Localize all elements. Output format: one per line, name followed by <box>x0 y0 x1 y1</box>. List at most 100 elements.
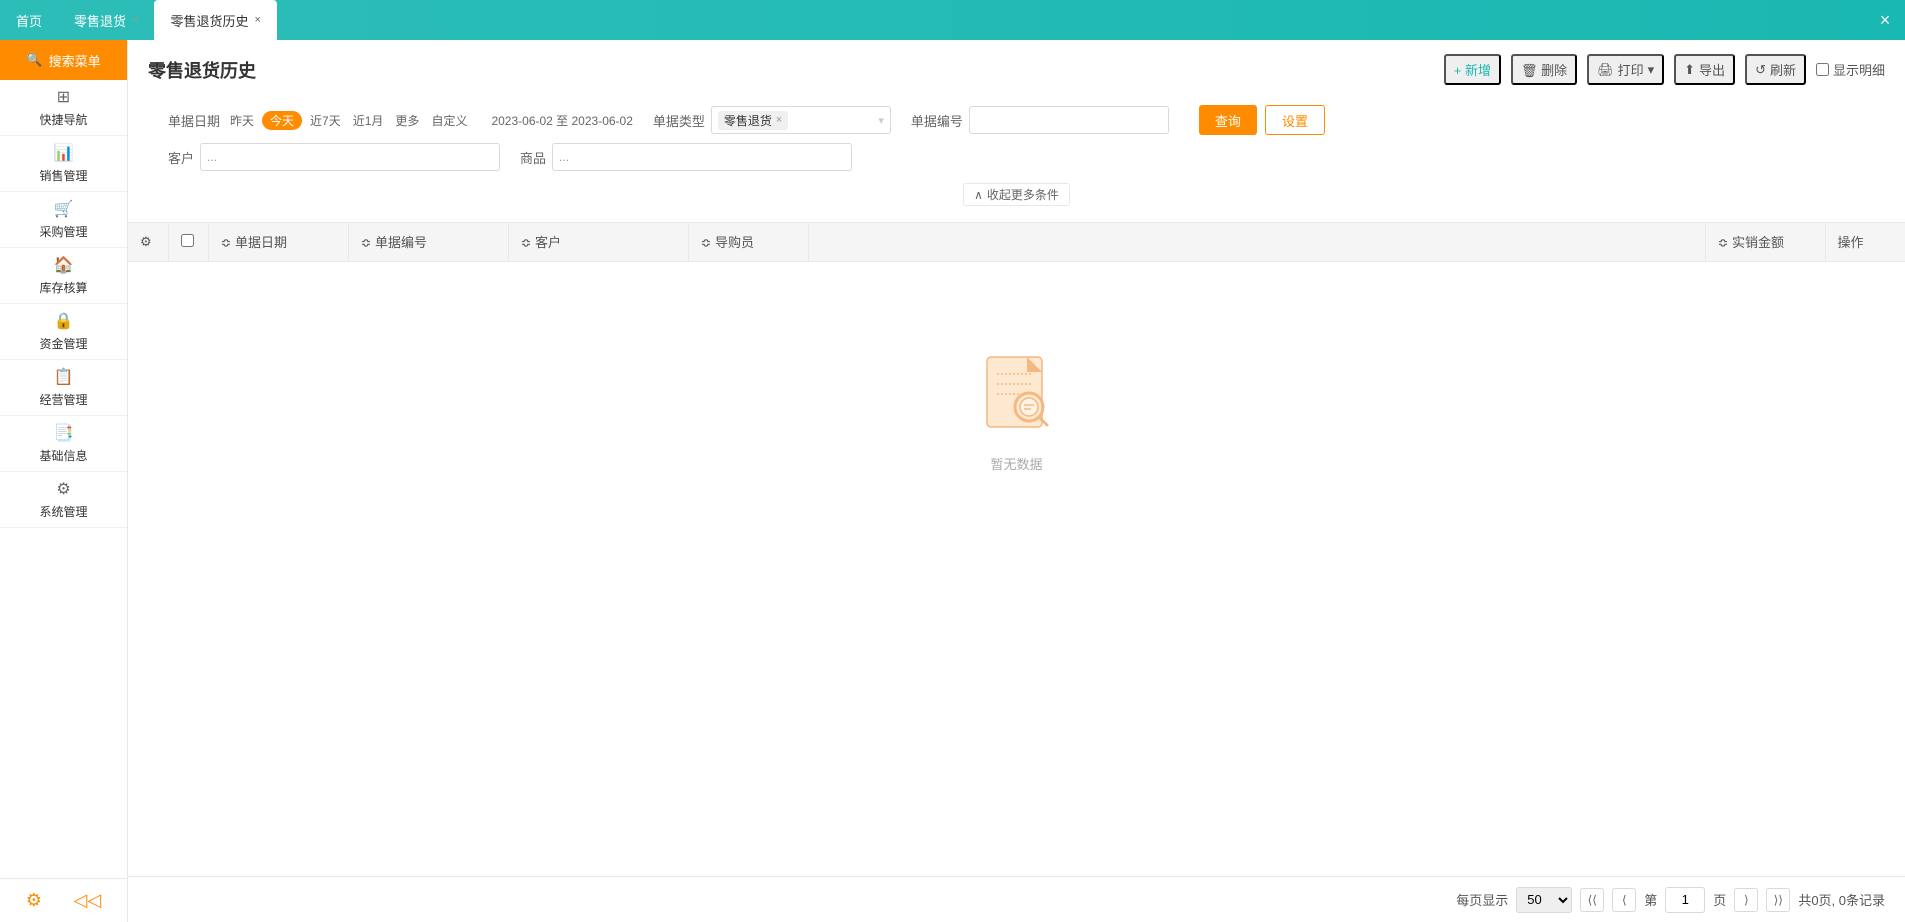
sidebar-label-quick-nav: 快捷导航 <box>39 111 87 128</box>
filter-settings-button[interactable]: 设置 <box>1265 105 1325 135</box>
print-icon: 🖨 <box>1597 62 1614 78</box>
collapse-label: 收起更多条件 <box>987 186 1059 203</box>
filter-area: 单据日期 昨天 今天 近7天 近1月 更多 自定义 2023-06-02 至 2… <box>148 95 1885 222</box>
sidebar-icon-operation: 📋 <box>54 367 74 387</box>
date-range-display: 2023-06-02 至 2023-06-02 <box>491 112 632 129</box>
page-suffix: 页 <box>1713 890 1726 909</box>
sidebar-item-purchase-mgmt[interactable]: 🛒 采购管理 <box>0 192 127 248</box>
page-header: 零售退货历史 + 新增 🗑 删除 🖨 🖨 打印 打印 ▾ ⬆ 导出 <box>128 40 1905 223</box>
sidebar-icon-basic-info: 📑 <box>54 423 74 443</box>
shortcut-custom[interactable]: 自定义 <box>427 111 471 130</box>
header-actions: + 新增 🗑 删除 🖨 🖨 打印 打印 ▾ ⬆ 导出 ↺ 刷新 <box>1444 54 1885 85</box>
type-filter-label: 单据类型 <box>653 111 705 130</box>
sidebar-label-sales-mgmt: 销售管理 <box>39 167 87 184</box>
chevron-down-icon: ▾ <box>1648 62 1655 78</box>
empty-state: 暂无数据 <box>128 262 1905 553</box>
delete-button[interactable]: 🗑 删除 <box>1511 54 1577 85</box>
sidebar-item-system-mgmt[interactable]: ⚙ 系统管理 <box>0 472 127 528</box>
print-button[interactable]: 🖨 🖨 打印 打印 ▾ <box>1587 54 1664 85</box>
collapse-icon: ∧ <box>974 188 983 202</box>
page-title: 零售退货历史 <box>148 57 256 83</box>
show-detail-checkbox[interactable] <box>1816 63 1829 76</box>
select-all-checkbox[interactable] <box>181 234 194 247</box>
sidebar-search[interactable]: 🔍 搜索菜单 <box>0 40 127 80</box>
type-tag-close[interactable]: × <box>776 114 782 126</box>
no-filter-label: 单据编号 <box>911 111 963 130</box>
empty-cell: 暂无数据 <box>128 261 1905 553</box>
empty-illustration <box>967 342 1067 442</box>
audio-icon[interactable]: ◁◁ <box>74 890 102 911</box>
settings-icon[interactable]: ⚙ <box>26 890 42 911</box>
col-spacer <box>808 223 1705 261</box>
sidebar-item-basic-info[interactable]: 📑 基础信息 <box>0 416 127 472</box>
col-op: 操作 <box>1825 223 1905 261</box>
type-input[interactable]: 零售退货 × ▾ <box>711 106 891 134</box>
shortcut-today[interactable]: 今天 <box>262 111 302 130</box>
tab-home[interactable]: 首页 <box>0 0 58 40</box>
show-detail-toggle[interactable]: 显示明细 <box>1816 60 1885 79</box>
sidebar-icon-inventory: 🏠 <box>54 255 74 275</box>
page-label: 第 <box>1644 890 1657 909</box>
new-button[interactable]: + 新增 <box>1444 54 1501 85</box>
shortcut-7days[interactable]: 近7天 <box>306 111 345 130</box>
export-icon: ⬆ <box>1684 62 1695 78</box>
shortcut-more[interactable]: 更多 <box>391 111 423 130</box>
type-filter: 单据类型 零售退货 × ▾ <box>653 106 891 134</box>
goods-filter-label: 商品 <box>520 148 546 167</box>
page-input[interactable] <box>1665 887 1705 913</box>
tab-retail-return[interactable]: 零售退货× <box>58 0 154 40</box>
goods-input[interactable]: ... <box>552 143 852 171</box>
tab-retail-return-history[interactable]: 零售退货历史× <box>154 0 276 40</box>
action-buttons: 查询 设置 <box>1199 105 1325 135</box>
tab-close-retail-return-history[interactable]: × <box>254 14 260 26</box>
sidebar-icon-system-mgmt: ⚙ <box>54 479 74 499</box>
sidebar-search-label: 搜索菜单 <box>49 51 101 70</box>
query-button[interactable]: 查询 <box>1199 105 1257 135</box>
sidebar-item-inventory[interactable]: 🏠 库存核算 <box>0 248 127 304</box>
sidebar-bottom: ⚙ ◁◁ <box>0 878 127 922</box>
tab-close-retail-return[interactable]: × <box>132 14 138 26</box>
refresh-icon: ↺ <box>1755 62 1766 78</box>
sidebar-item-sales-mgmt[interactable]: 📊 销售管理 <box>0 136 127 192</box>
date-range-text: 2023-06-02 至 2023-06-02 <box>491 112 632 129</box>
no-input[interactable] <box>969 106 1169 134</box>
tab-list: 首页零售退货×零售退货历史× <box>0 0 1865 40</box>
shortcut-yesterday[interactable]: 昨天 <box>226 111 258 130</box>
window-close-btn[interactable]: × <box>1865 0 1905 40</box>
first-page-btn[interactable]: ⟨⟨ <box>1580 888 1604 912</box>
collapse-row: ∧ 收起更多条件 <box>168 179 1865 214</box>
col-amount: ≎ 实销金额 <box>1705 223 1825 261</box>
search-icon: 🔍 <box>26 52 42 68</box>
sidebar-item-finance[interactable]: 🔒 资金管理 <box>0 304 127 360</box>
table-header: ⚙ ≎ 单据日期 ≎ 单据编号 ≎ 客户 ≎ 导购员 <box>128 223 1905 261</box>
customer-input[interactable]: ... <box>200 143 500 171</box>
goods-ellipsis[interactable]: ... <box>559 150 569 164</box>
filter-row-2: 客户 ... 商品 ... <box>168 143 1865 171</box>
sidebar-item-quick-nav[interactable]: ⊞ 快捷导航 <box>0 80 127 136</box>
col-settings[interactable]: ⚙ <box>128 223 168 261</box>
sidebar-menu: ⊞ 快捷导航 📊 销售管理 🛒 采购管理 🏠 库存核算 🔒 资金管理 📋 经营管… <box>0 80 127 878</box>
col-customer: ≎ 客户 <box>508 223 688 261</box>
refresh-button[interactable]: ↺ 刷新 <box>1745 54 1806 85</box>
data-table: ⚙ ≎ 单据日期 ≎ 单据编号 ≎ 客户 ≎ 导购员 <box>128 223 1905 553</box>
top-bar: 首页零售退货×零售退货历史× × <box>0 0 1905 40</box>
customer-filter: 客户 ... <box>168 143 500 171</box>
no-filter: 单据编号 <box>911 106 1169 134</box>
sidebar-label-finance: 资金管理 <box>39 335 87 352</box>
next-page-btn[interactable]: ⟩ <box>1734 888 1758 912</box>
sidebar: 🔍 搜索菜单 ⊞ 快捷导航 📊 销售管理 🛒 采购管理 🏠 库存核算 🔒 资金管… <box>0 40 128 922</box>
per-page-select[interactable]: 50 20 100 <box>1516 887 1572 913</box>
main-layout: 🔍 搜索菜单 ⊞ 快捷导航 📊 销售管理 🛒 采购管理 🏠 库存核算 🔒 资金管… <box>0 40 1905 922</box>
collapse-button[interactable]: ∧ 收起更多条件 <box>963 183 1070 206</box>
export-button[interactable]: ⬆ 导出 <box>1674 54 1735 85</box>
date-filter-label: 单据日期 <box>168 111 220 130</box>
col-checkbox[interactable] <box>168 223 208 261</box>
prev-page-btn[interactable]: ⟨ <box>1612 888 1636 912</box>
shortcut-1month[interactable]: 近1月 <box>349 111 388 130</box>
sidebar-item-operation[interactable]: 📋 经营管理 <box>0 360 127 416</box>
sidebar-icon-purchase-mgmt: 🛒 <box>54 199 74 219</box>
last-page-btn[interactable]: ⟩⟩ <box>1766 888 1790 912</box>
customer-ellipsis[interactable]: ... <box>207 150 217 164</box>
content-area: 零售退货历史 + 新增 🗑 删除 🖨 🖨 打印 打印 ▾ ⬆ 导出 <box>128 40 1905 922</box>
type-tag-text: 零售退货 <box>724 112 772 129</box>
